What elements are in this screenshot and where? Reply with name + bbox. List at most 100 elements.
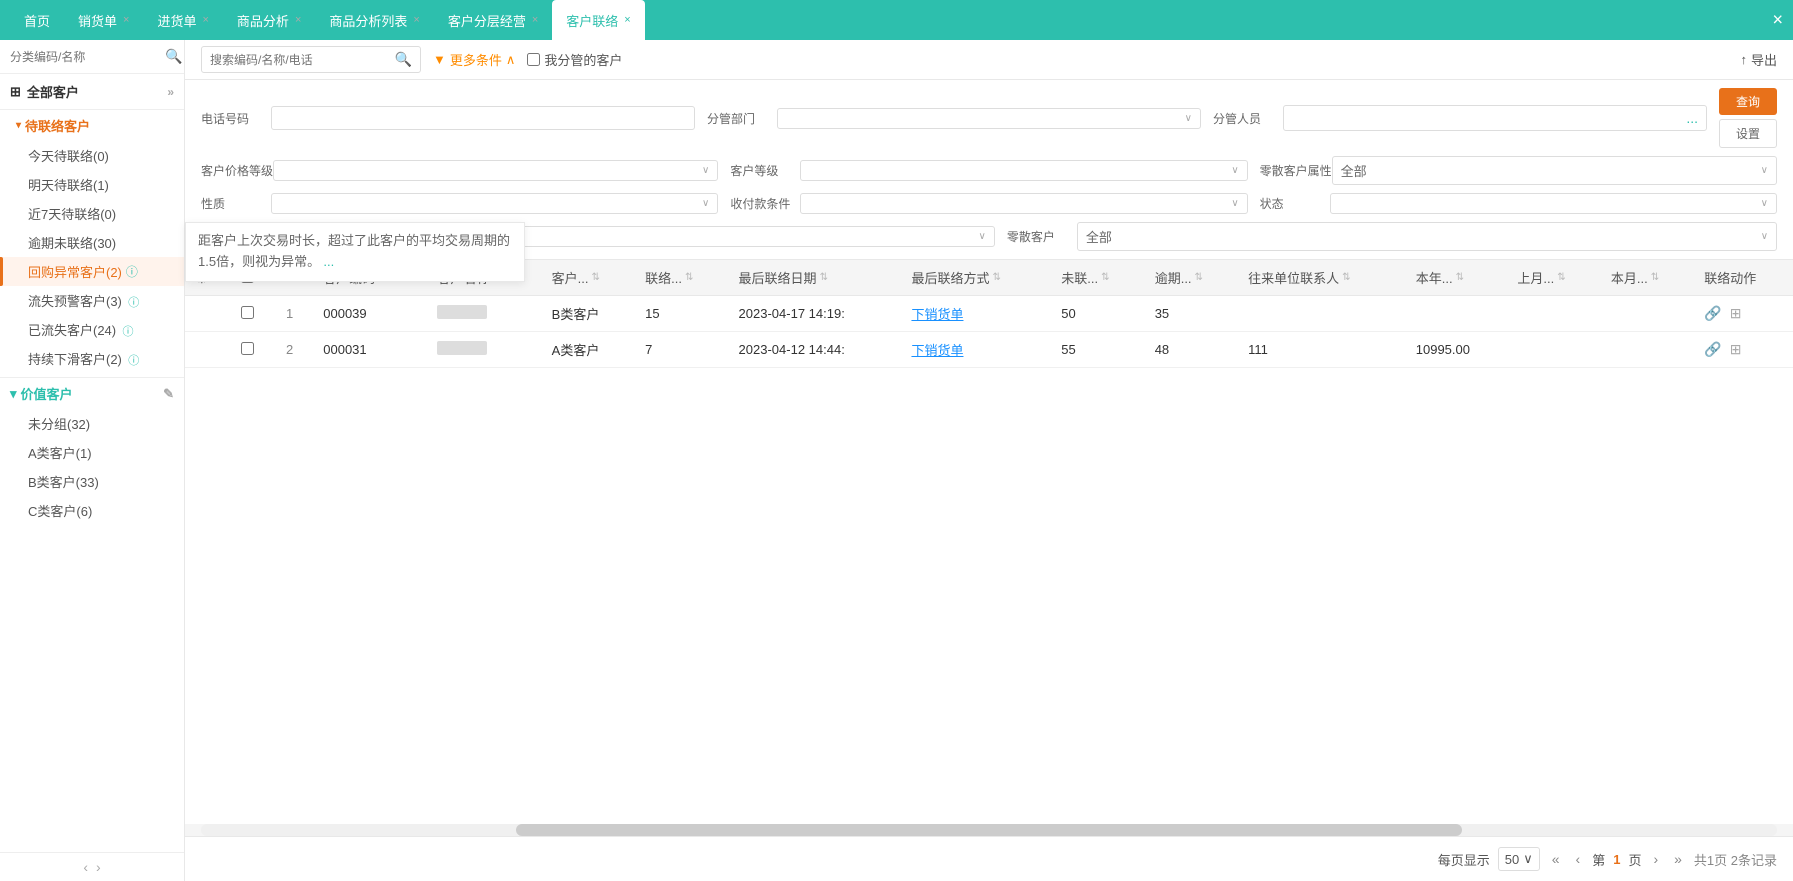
row1-last-method[interactable]: 下销货单 — [901, 296, 1051, 332]
per-page-select[interactable]: 50 ∨ — [1498, 847, 1540, 871]
search-input[interactable] — [210, 53, 391, 67]
row1-name — [427, 296, 541, 332]
close-tab-sales[interactable]: × — [123, 14, 129, 26]
tab-sales-order[interactable]: 销货单 × — [64, 0, 143, 40]
info-icon-declining[interactable]: ⓘ — [128, 355, 139, 367]
sidebar-search-icon[interactable]: 🔍 — [165, 48, 182, 65]
value-customers-group[interactable]: ▾ 价值客户 ✎ — [0, 377, 184, 409]
more-conditions-button[interactable]: ▼ 更多条件 ∧ — [433, 50, 515, 69]
info-icon-churn[interactable]: ⓘ — [128, 297, 139, 309]
sidebar-item-class-c[interactable]: C类客户(6) — [0, 496, 184, 525]
price-level-select[interactable]: ∨ — [273, 160, 718, 181]
chevron-left-icon[interactable]: ‹ — [83, 859, 88, 875]
current-page[interactable]: 1 — [1613, 852, 1620, 867]
row2-select[interactable] — [241, 342, 254, 355]
status-select[interactable]: ∨ — [1330, 193, 1777, 214]
row2-last-month — [1507, 332, 1600, 368]
col-uncontacted[interactable]: 未联... ⇅ — [1051, 260, 1144, 296]
row1-select[interactable] — [241, 306, 254, 319]
close-tab-analysis-list[interactable]: × — [413, 14, 419, 26]
next-page-button[interactable]: › — [1649, 849, 1662, 869]
tab-customer-tier[interactable]: 客户分层经营 × — [434, 0, 552, 40]
sidebar-item-churned[interactable]: 已流失客户(24) ⓘ — [0, 315, 184, 344]
row2-grid-icon[interactable]: ⊞ — [1730, 341, 1742, 358]
edit-icon-value-group[interactable]: ✎ — [163, 386, 174, 402]
my-customers-check[interactable] — [527, 53, 540, 66]
filter-cell-phone: 电话号码 — [201, 106, 695, 130]
col-this-year[interactable]: 本年... ⇅ — [1406, 260, 1508, 296]
filter-cell-retail-customer: 零散客户 全部 ∨ — [1007, 222, 1777, 251]
retail-customer-select[interactable]: 全部 ∨ — [1077, 222, 1777, 251]
row1-checkbox — [231, 296, 276, 332]
row1-link-icon[interactable]: 🔗 — [1704, 305, 1721, 322]
payment-select[interactable]: ∨ — [800, 193, 1247, 214]
horizontal-scrollbar[interactable] — [201, 824, 1777, 836]
sidebar-item-tomorrow-contact[interactable]: 明天待联络(1) — [0, 170, 184, 199]
sidebar-item-class-b[interactable]: B类客户(33) — [0, 467, 184, 496]
settings-button[interactable]: 设置 — [1719, 119, 1777, 148]
query-button[interactable]: 查询 — [1719, 88, 1777, 115]
sidebar-item-churn-warning[interactable]: 流失预警客户(3) ⓘ — [0, 286, 184, 315]
sort-icon-method: ⇅ — [992, 272, 1000, 283]
tab-purchase-order[interactable]: 进货单 × — [143, 0, 222, 40]
col-overdue[interactable]: 逾期... ⇅ — [1145, 260, 1238, 296]
sidebar-item-declining[interactable]: 持续下滑客户(2) ⓘ — [0, 344, 184, 373]
filter-search-icon[interactable]: 🔍 — [395, 51, 412, 68]
row1-grid-icon[interactable]: ⊞ — [1730, 305, 1742, 322]
gender-select[interactable]: ∨ — [271, 193, 718, 214]
last-page-button[interactable]: » — [1670, 849, 1686, 869]
close-tab-contact[interactable]: × — [624, 14, 630, 26]
price-level-chevron-icon: ∨ — [702, 165, 709, 176]
col-last-month[interactable]: 上月... ⇅ — [1507, 260, 1600, 296]
person-select[interactable]: ... — [1283, 105, 1707, 131]
my-customers-checkbox: 我分管的客户 — [527, 50, 622, 69]
chevron-right-icon[interactable]: › — [96, 859, 101, 875]
info-icon-churned[interactable]: ⓘ — [122, 326, 133, 338]
scrollbar-thumb — [516, 824, 1462, 836]
person-dots-icon[interactable]: ... — [1686, 110, 1698, 126]
tooltip-more-icon[interactable]: ... — [323, 254, 334, 269]
table-row: 1 000039 B类客户 15 2023-04-17 14:19: 下销货单 … — [185, 296, 1793, 332]
sidebar-item-7day-contact[interactable]: 近7天待联络(0) — [0, 199, 184, 228]
col-last-contact-method[interactable]: 最后联络方式 ⇅ — [901, 260, 1051, 296]
dept-select[interactable]: ∨ — [777, 108, 1201, 129]
tab-product-analysis-list[interactable]: 商品分析列表 × — [315, 0, 433, 40]
content-area: 🔍 ▼ 更多条件 ∧ 我分管的客户 ↑ 导出 电话号码 — [185, 40, 1793, 881]
tab-customer-contact[interactable]: 客户联络 × — [552, 0, 644, 40]
tab-product-analysis[interactable]: 商品分析 × — [223, 0, 315, 40]
window-close-button[interactable]: × — [1772, 10, 1783, 31]
row2-link-icon[interactable]: 🔗 — [1704, 341, 1721, 358]
retail-attr-select[interactable]: 全部 ∨ — [1332, 156, 1777, 185]
sidebar-item-today-contact[interactable]: 今天待联络(0) — [0, 141, 184, 170]
filter-icon: ▼ — [433, 52, 446, 67]
sidebar-search-input[interactable] — [10, 50, 165, 64]
sidebar-item-overdue-contact[interactable]: 逾期未联络(30) — [0, 228, 184, 257]
col-type[interactable]: 客户... ⇅ — [542, 260, 635, 296]
sidebar-item-repurchase-abnormal[interactable]: 回购异常客户(2) ⓘ — [0, 257, 184, 286]
close-tab-analysis[interactable]: × — [295, 14, 301, 26]
close-tab-tier[interactable]: × — [532, 14, 538, 26]
col-this-month[interactable]: 本月... ⇅ — [1601, 260, 1694, 296]
pending-contact-group[interactable]: ▾ 待联络客户 — [0, 110, 184, 141]
tab-home[interactable]: 首页 — [10, 0, 64, 40]
pagination-bar: 每页显示 50 ∨ « ‹ 第 1 页 › » 共1页 2条记录 — [185, 836, 1793, 881]
top-navigation: 首页 销货单 × 进货单 × 商品分析 × 商品分析列表 × 客户分层经营 × … — [0, 0, 1793, 40]
col-unit-contact[interactable]: 往来单位联系人 ⇅ — [1238, 260, 1406, 296]
first-page-button[interactable]: « — [1548, 849, 1564, 869]
col-contact[interactable]: 联络... ⇅ — [635, 260, 728, 296]
sidebar-item-class-a[interactable]: A类客户(1) — [0, 438, 184, 467]
close-tab-purchase[interactable]: × — [202, 14, 208, 26]
sort-icon-uncontacted: ⇅ — [1101, 272, 1109, 283]
sidebar-item-ungrouped[interactable]: 未分组(32) — [0, 409, 184, 438]
row2-num: 2 — [276, 332, 313, 368]
sidebar-bottom-nav: ‹ › — [0, 852, 184, 881]
filter-cell-retail-attr: 零散客户属性 全部 ∨ — [1260, 156, 1777, 185]
prev-page-button[interactable]: ‹ — [1572, 849, 1585, 869]
info-icon-repurchase[interactable]: ⓘ — [126, 263, 138, 280]
phone-input[interactable] — [271, 106, 695, 130]
row2-last-method[interactable]: 下销货单 — [901, 332, 1051, 368]
col-last-contact-date[interactable]: 最后联络日期 ⇅ — [729, 260, 902, 296]
export-button[interactable]: ↑ 导出 — [1740, 50, 1777, 69]
customer-level-select[interactable]: ∨ — [800, 160, 1247, 181]
collapse-sidebar-icon[interactable]: » — [167, 85, 174, 99]
